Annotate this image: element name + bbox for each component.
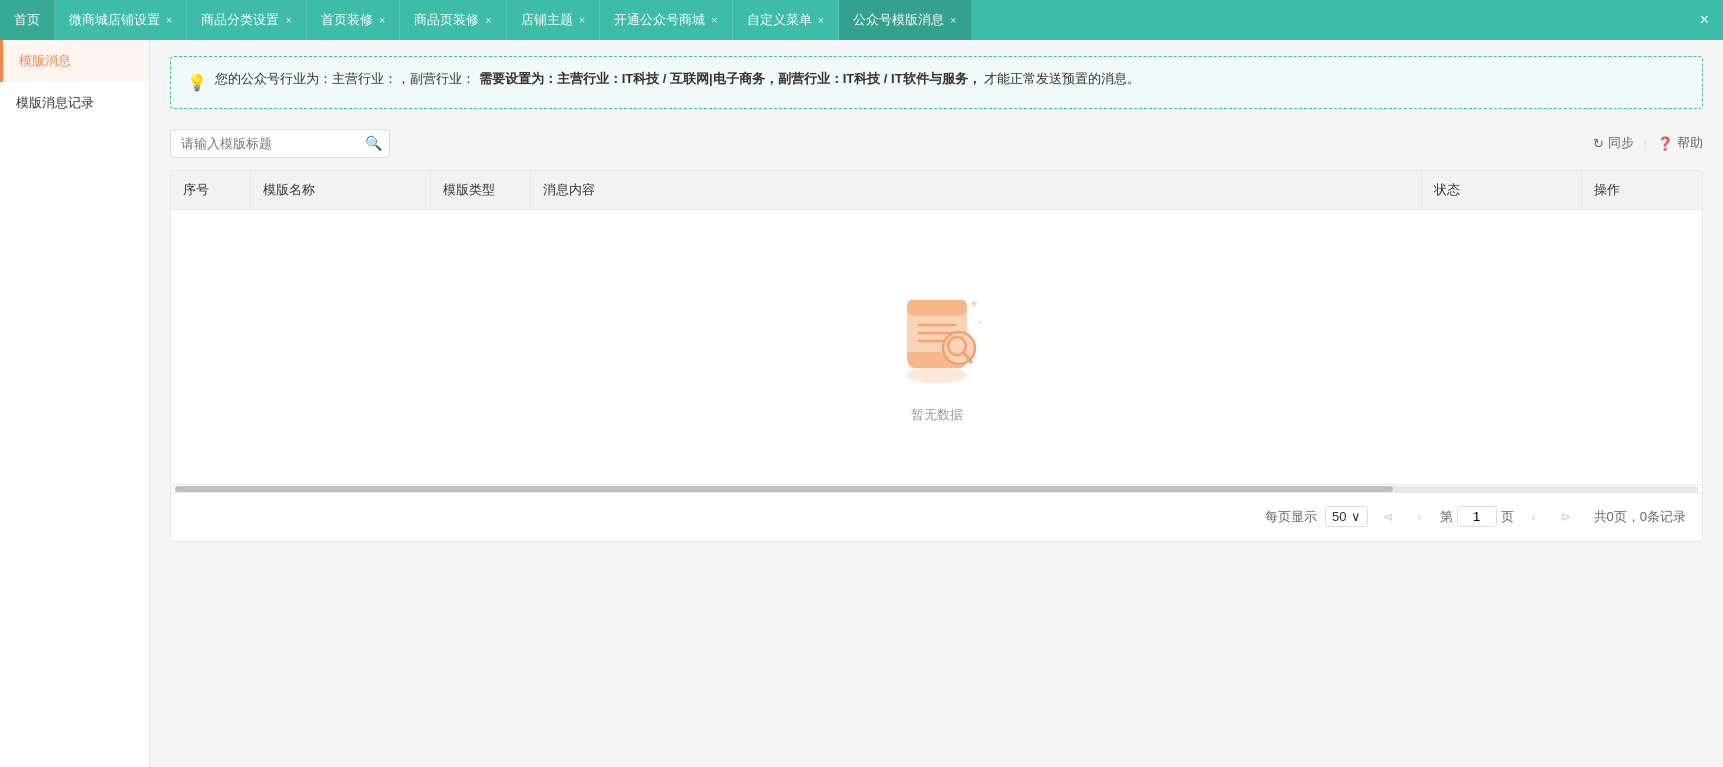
close-tab-icon[interactable]: × — [166, 14, 172, 26]
close-tab-icon[interactable]: × — [711, 14, 717, 26]
sync-icon: ↻ — [1593, 136, 1604, 151]
sidebar-item-label: 模版消息 — [19, 53, 71, 68]
nav-tab-label: 自定义菜单 — [747, 11, 812, 29]
scrollbar-track — [175, 486, 1698, 492]
top-nav: 首页微商城店铺设置×商品分类设置×首页装修×商品页装修×店铺主题×开通公众号商城… — [0, 0, 1723, 40]
col-header-content: 消息内容 — [531, 171, 1422, 209]
last-page-button[interactable]: ⊳ — [1554, 505, 1578, 529]
sidebar-item[interactable]: 模版消息记录 — [0, 82, 149, 124]
nav-tab-label: 店铺主题 — [521, 11, 573, 29]
col-header-type: 模版类型 — [431, 171, 531, 209]
help-button[interactable]: ❓ 帮助 — [1657, 134, 1703, 152]
nav-tab-公众号模版消息[interactable]: 公众号模版消息 × — [839, 0, 971, 40]
empty-state: ✦ ✦ 暂无数据 — [171, 210, 1702, 484]
page-input-wrapper: 第 页 — [1440, 506, 1514, 527]
page-number-input[interactable] — [1457, 506, 1497, 527]
nav-tab-微商城店铺设置[interactable]: 微商城店铺设置 × — [55, 0, 187, 40]
divider: | — [1644, 136, 1647, 151]
search-input-wrapper: 🔍 — [170, 129, 390, 158]
nav-tab-店铺主题[interactable]: 店铺主题 × — [507, 0, 600, 40]
page-label: 第 — [1440, 508, 1453, 526]
nav-tab-首页装修[interactable]: 首页装修 × — [307, 0, 400, 40]
lightbulb-icon: 💡 — [187, 70, 207, 96]
page-size-value: 50 — [1332, 509, 1346, 524]
page-size-select[interactable]: 50 ∨ — [1325, 506, 1367, 527]
search-right: ↻ 同步 | ❓ 帮助 — [1593, 134, 1703, 152]
nav-tab-商品页装修[interactable]: 商品页装修 × — [400, 0, 506, 40]
help-icon: ❓ — [1657, 136, 1673, 151]
sidebar-item-label: 模版消息记录 — [16, 95, 94, 110]
sidebar: 模版消息模版消息记录 — [0, 40, 150, 767]
nav-tab-首页[interactable]: 首页 — [0, 0, 55, 40]
nav-tab-label: 公众号模版消息 — [853, 11, 944, 29]
empty-illustration: ✦ ✦ — [877, 270, 997, 390]
chevron-down-icon: ∨ — [1351, 509, 1361, 524]
col-header-name: 模版名称 — [251, 171, 431, 209]
table-header: 序号 模版名称 模版类型 消息内容 状态 操作 — [171, 171, 1702, 210]
notice-box: 💡 您的公众号行业为：主营行业：，副营行业： 需要设置为：主营行业：IT科技 /… — [170, 56, 1703, 109]
sidebar-item[interactable]: 模版消息 — [0, 40, 149, 82]
close-all-button[interactable]: × — [1686, 0, 1723, 40]
search-bar: 🔍 ↻ 同步 | ❓ 帮助 — [170, 129, 1703, 158]
svg-point-0 — [907, 367, 967, 383]
close-tab-icon[interactable]: × — [285, 14, 291, 26]
main-content: 💡 您的公众号行业为：主营行业：，副营行业： 需要设置为：主营行业：IT科技 /… — [150, 40, 1723, 767]
notice-highlight: 需要设置为：主营行业：IT科技 / 互联网|电子商务，副营行业：IT科技 / I… — [479, 71, 981, 86]
close-tab-icon[interactable]: × — [379, 14, 385, 26]
nav-tab-label: 微商城店铺设置 — [69, 11, 160, 29]
close-tab-icon[interactable]: × — [950, 14, 956, 26]
main-layout: 模版消息模版消息记录 💡 您的公众号行业为：主营行业：，副营行业： 需要设置为：… — [0, 40, 1723, 767]
close-tab-icon[interactable]: × — [579, 14, 585, 26]
nav-tab-label: 商品页装修 — [414, 11, 479, 29]
search-input[interactable] — [170, 129, 390, 158]
search-left: 🔍 — [170, 129, 390, 158]
nav-tab-开通公众号商城[interactable]: 开通公众号商城 × — [600, 0, 732, 40]
col-header-action: 操作 — [1582, 171, 1702, 209]
empty-text: 暂无数据 — [911, 406, 963, 424]
col-header-status: 状态 — [1422, 171, 1582, 209]
nav-tab-label: 首页 — [14, 11, 40, 29]
close-tab-icon[interactable]: × — [818, 14, 824, 26]
svg-text:✦: ✦ — [969, 297, 979, 311]
notice-text: 您的公众号行业为：主营行业：，副营行业： 需要设置为：主营行业：IT科技 / 互… — [215, 69, 1140, 90]
page-size-label: 每页显示 — [1265, 508, 1317, 526]
page-total: 共0页，0条记录 — [1594, 508, 1686, 526]
scrollbar-area[interactable] — [171, 484, 1702, 492]
scrollbar-thumb — [175, 486, 1393, 492]
col-header-index: 序号 — [171, 171, 251, 209]
data-table: 序号 模版名称 模版类型 消息内容 状态 操作 — [170, 170, 1703, 542]
nav-tab-label: 开通公众号商城 — [614, 11, 705, 29]
nav-tab-自定义菜单[interactable]: 自定义菜单 × — [733, 0, 839, 40]
search-icon[interactable]: 🔍 — [365, 135, 382, 151]
prev-page-button[interactable]: ‹ — [1408, 505, 1432, 529]
next-page-button[interactable]: › — [1522, 505, 1546, 529]
nav-tab-label: 商品分类设置 — [201, 11, 279, 29]
nav-tab-商品分类设置[interactable]: 商品分类设置 × — [187, 0, 306, 40]
nav-tab-label: 首页装修 — [321, 11, 373, 29]
sync-button[interactable]: ↻ 同步 — [1593, 134, 1634, 152]
pagination: 每页显示 50 ∨ ⊲ ‹ 第 页 › ⊳ 共0页，0条记录 — [171, 492, 1702, 541]
close-tab-icon[interactable]: × — [485, 14, 491, 26]
first-page-button[interactable]: ⊲ — [1376, 505, 1400, 529]
page-unit: 页 — [1501, 508, 1514, 526]
svg-text:✦: ✦ — [977, 318, 984, 327]
